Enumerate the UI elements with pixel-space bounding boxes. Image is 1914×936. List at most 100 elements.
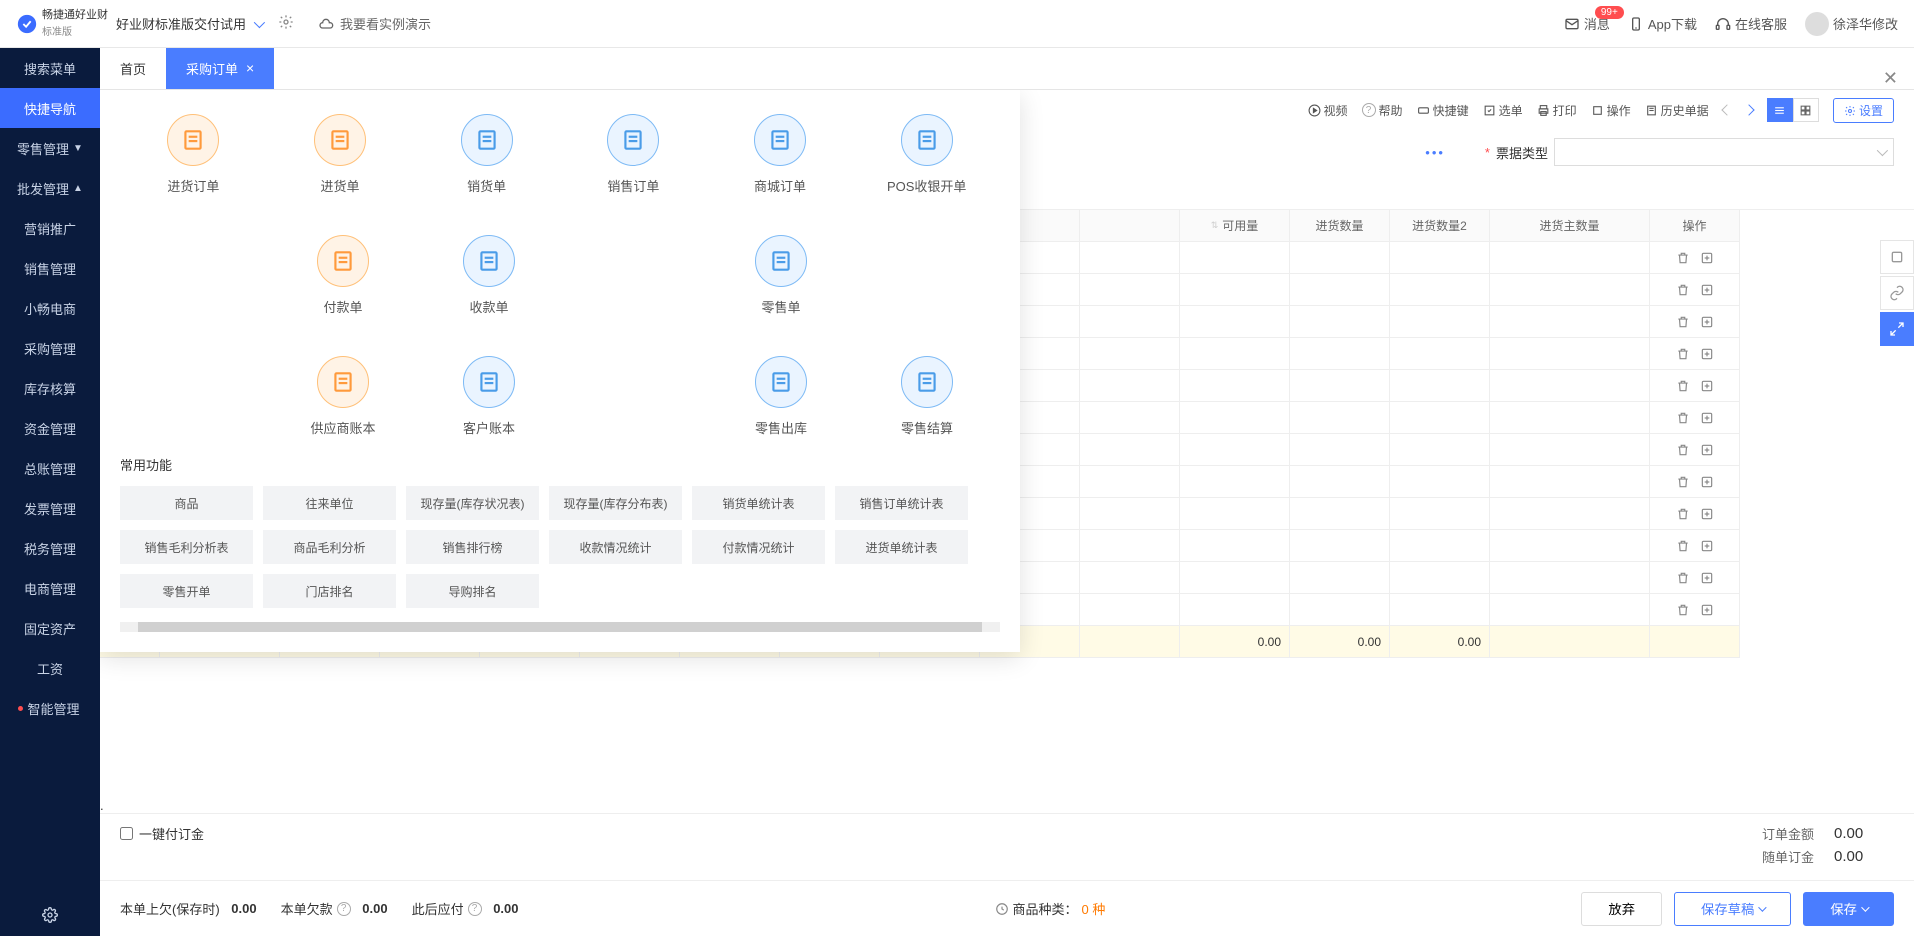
sidebar-item[interactable]: 总账管理 xyxy=(0,448,100,488)
table-cell[interactable] xyxy=(1490,466,1650,498)
pay-deposit-checkbox[interactable]: 一键付订金 xyxy=(120,824,204,843)
table-header[interactable]: ⇅可用量 xyxy=(1180,210,1290,242)
table-cell[interactable] xyxy=(1290,242,1390,274)
common-function-button[interactable]: 销货单统计表 xyxy=(692,486,825,520)
table-cell[interactable] xyxy=(1390,370,1490,402)
table-cell[interactable] xyxy=(1290,370,1390,402)
gear-icon[interactable] xyxy=(278,14,294,33)
table-cell[interactable] xyxy=(1390,402,1490,434)
flow-node[interactable]: 零售结算 xyxy=(854,356,1000,437)
table-cell[interactable] xyxy=(1180,594,1290,626)
add-icon[interactable] xyxy=(1700,315,1714,329)
common-function-button[interactable]: 现存量(库存分布表) xyxy=(549,486,682,520)
table-cell[interactable] xyxy=(1080,274,1180,306)
table-cell[interactable] xyxy=(1490,370,1650,402)
delete-icon[interactable] xyxy=(1676,315,1690,329)
add-icon[interactable] xyxy=(1700,347,1714,361)
table-cell[interactable] xyxy=(1080,370,1180,402)
sidebar-item[interactable]: 智能管理 xyxy=(0,688,100,728)
close-icon[interactable]: × xyxy=(246,60,254,76)
sidebar-item[interactable]: 发票管理 xyxy=(0,488,100,528)
row-actions[interactable] xyxy=(1650,594,1740,626)
help-link[interactable]: ?帮助 xyxy=(1362,102,1403,119)
sidebar-item[interactable]: 小畅电商 xyxy=(0,288,100,328)
table-cell[interactable] xyxy=(1490,434,1650,466)
add-icon[interactable] xyxy=(1700,411,1714,425)
shortcut-link[interactable]: 快捷键 xyxy=(1417,102,1469,119)
delete-icon[interactable] xyxy=(1676,571,1690,585)
common-function-button[interactable]: 门店排名 xyxy=(263,574,396,608)
common-function-button[interactable]: 现存量(库存状况表) xyxy=(406,486,539,520)
help-icon[interactable]: ? xyxy=(337,902,351,916)
sidebar-item[interactable]: 营销推广 xyxy=(0,208,100,248)
row-actions[interactable] xyxy=(1650,466,1740,498)
add-icon[interactable] xyxy=(1700,251,1714,265)
sidebar-item[interactable]: 零售管理▼ xyxy=(0,128,100,168)
table-cell[interactable] xyxy=(1290,434,1390,466)
sidebar-item[interactable]: 资金管理 xyxy=(0,408,100,448)
table-cell[interactable] xyxy=(1180,370,1290,402)
flow-node[interactable]: 客户账本 xyxy=(416,356,562,437)
add-icon[interactable] xyxy=(1700,283,1714,297)
row-actions[interactable] xyxy=(1650,434,1740,466)
sidebar-item[interactable]: 搜索菜单 xyxy=(0,48,100,88)
row-actions[interactable] xyxy=(1650,530,1740,562)
common-function-button[interactable]: 进货单统计表 xyxy=(835,530,968,564)
table-cell[interactable] xyxy=(1390,434,1490,466)
table-cell[interactable] xyxy=(1390,274,1490,306)
flow-node[interactable]: 销货单 xyxy=(413,114,560,195)
table-cell[interactable] xyxy=(1290,498,1390,530)
flow-node[interactable]: 进货订单 xyxy=(120,114,267,195)
table-cell[interactable] xyxy=(1080,242,1180,274)
row-actions[interactable] xyxy=(1650,498,1740,530)
table-cell[interactable] xyxy=(1080,530,1180,562)
demo-link[interactable]: 我要看实例演示 xyxy=(318,14,431,33)
sidebar-item[interactable]: 销售管理 xyxy=(0,248,100,288)
table-cell[interactable] xyxy=(1290,338,1390,370)
table-cell[interactable] xyxy=(1490,338,1650,370)
view-list-icon[interactable] xyxy=(1767,98,1793,122)
common-function-button[interactable]: 付款情况统计 xyxy=(692,530,825,564)
table-cell[interactable] xyxy=(1180,274,1290,306)
checkbox-input[interactable] xyxy=(120,827,133,840)
delete-icon[interactable] xyxy=(1676,379,1690,393)
delete-icon[interactable] xyxy=(1676,251,1690,265)
flow-node[interactable]: 收款单 xyxy=(416,235,562,316)
table-cell[interactable] xyxy=(1180,530,1290,562)
common-function-button[interactable]: 收款情况统计 xyxy=(549,530,682,564)
add-icon[interactable] xyxy=(1700,475,1714,489)
table-cell[interactable] xyxy=(1490,306,1650,338)
sidebar-item[interactable]: 电商管理 xyxy=(0,568,100,608)
table-cell[interactable] xyxy=(1490,498,1650,530)
table-cell[interactable] xyxy=(1290,402,1390,434)
sidebar-item[interactable]: 库存核算 xyxy=(0,368,100,408)
row-actions[interactable] xyxy=(1650,562,1740,594)
sidebar-item[interactable]: 税务管理 xyxy=(0,528,100,568)
operate-link[interactable]: 操作 xyxy=(1591,102,1631,119)
tab-purchase-order[interactable]: 采购订单 × xyxy=(166,48,274,89)
save-button[interactable]: 保存 xyxy=(1803,892,1894,926)
product-selector[interactable]: 好业财标准版交付试用 xyxy=(116,14,262,33)
table-cell[interactable] xyxy=(1290,466,1390,498)
table-cell[interactable] xyxy=(1490,242,1650,274)
table-cell[interactable] xyxy=(1290,306,1390,338)
float-btn-3[interactable] xyxy=(1880,312,1914,346)
row-actions[interactable] xyxy=(1650,370,1740,402)
panel-scrollbar[interactable] xyxy=(120,622,1000,632)
settings-button[interactable]: 设置 xyxy=(1833,98,1894,123)
add-icon[interactable] xyxy=(1700,443,1714,457)
user-menu[interactable]: 徐泽华修改 xyxy=(1805,12,1898,36)
ticket-type-select[interactable] xyxy=(1554,138,1894,166)
delete-icon[interactable] xyxy=(1676,539,1690,553)
delete-icon[interactable] xyxy=(1676,347,1690,361)
flow-node[interactable]: POS收银开单 xyxy=(853,114,1000,195)
table-cell[interactable] xyxy=(1080,402,1180,434)
table-cell[interactable] xyxy=(1490,562,1650,594)
flow-node[interactable]: 供应商账本 xyxy=(270,356,416,437)
common-function-button[interactable]: 商品 xyxy=(120,486,253,520)
next-icon[interactable] xyxy=(1743,104,1754,115)
ticket-type-field[interactable]: *票据类型 xyxy=(1485,138,1894,166)
add-icon[interactable] xyxy=(1700,379,1714,393)
view-grid-icon[interactable] xyxy=(1793,98,1819,122)
common-function-button[interactable]: 往来单位 xyxy=(263,486,396,520)
